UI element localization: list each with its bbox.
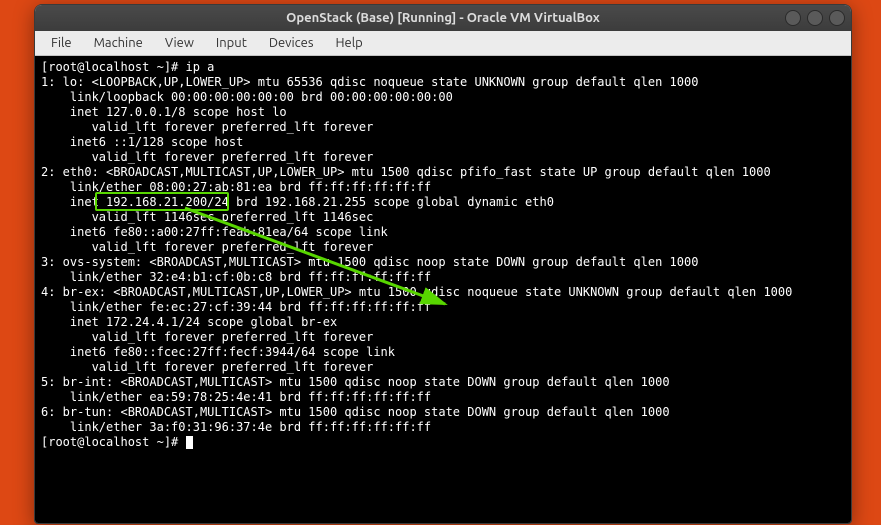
menu-devices[interactable]: Devices [259,34,324,52]
menu-help[interactable]: Help [326,34,373,52]
terminal-line: link/ether 3a:f0:31:96:37:4e brd ff:ff:f… [41,420,431,434]
prompt: [root@localhost ~]# [41,435,186,449]
terminal-line: inet 192.168.21.200/24 brd 192.168.21.25… [41,195,554,209]
menu-view[interactable]: View [155,34,204,52]
maximize-button[interactable] [807,10,823,26]
terminal-line: valid_lft forever preferred_lft forever [41,240,373,254]
minimize-button[interactable] [785,10,801,26]
terminal-line: valid_lft 1146sec preferred_lft 1146sec [41,210,373,224]
terminal-line: link/loopback 00:00:00:00:00:00 brd 00:0… [41,90,453,104]
terminal-line: 2: eth0: <BROADCAST,MULTICAST,UP,LOWER_U… [41,165,771,179]
terminal-line: valid_lft forever preferred_lft forever [41,360,373,374]
titlebar[interactable]: OpenStack (Base) [Running] - Oracle VM V… [35,5,851,31]
terminal-line: 3: ovs-system: <BROADCAST,MULTICAST> mtu… [41,255,698,269]
terminal-line: inet6 fe80::fcec:27ff:fecf:3944/64 scope… [41,345,395,359]
terminal-line: inet 172.24.4.1/24 scope global br-ex [41,315,337,329]
terminal-line: 6: br-tun: <BROADCAST,MULTICAST> mtu 150… [41,405,670,419]
window-controls [785,10,845,26]
vm-window: OpenStack (Base) [Running] - Oracle VM V… [34,4,852,524]
terminal-line: inet 127.0.0.1/8 scope host lo [41,105,287,119]
command: ip a [186,60,215,74]
terminal-line: valid_lft forever preferred_lft forever [41,120,373,134]
terminal-line: link/ether 08:00:27:ab:81:ea brd ff:ff:f… [41,180,431,194]
terminal-line: inet6 ::1/128 scope host [41,135,243,149]
menubar: File Machine View Input Devices Help [35,31,851,56]
terminal-line: valid_lft forever preferred_lft forever [41,150,373,164]
menu-machine[interactable]: Machine [84,34,153,52]
window-title: OpenStack (Base) [Running] - Oracle VM V… [286,11,600,25]
terminal-line: 5: br-int: <BROADCAST,MULTICAST> mtu 150… [41,375,670,389]
close-button[interactable] [829,10,845,26]
terminal-line: link/ether ea:59:78:25:4e:41 brd ff:ff:f… [41,390,431,404]
terminal-line: link/ether fe:ec:27:cf:39:44 brd ff:ff:f… [41,300,431,314]
terminal-line: 4: br-ex: <BROADCAST,MULTICAST,UP,LOWER_… [41,285,792,299]
terminal-line: link/ether 32:e4:b1:cf:0b:c8 brd ff:ff:f… [41,270,431,284]
terminal-line: inet6 fe80::a00:27ff:feab:81ea/64 scope … [41,225,388,239]
terminal-line: valid_lft forever preferred_lft forever [41,330,373,344]
terminal-line: 1: lo: <LOOPBACK,UP,LOWER_UP> mtu 65536 … [41,75,698,89]
cursor [186,436,193,449]
menu-input[interactable]: Input [206,34,257,52]
menu-file[interactable]: File [41,34,82,52]
terminal[interactable]: [root@localhost ~]# ip a 1: lo: <LOOPBAC… [35,56,851,524]
prompt: [root@localhost ~]# [41,60,186,74]
